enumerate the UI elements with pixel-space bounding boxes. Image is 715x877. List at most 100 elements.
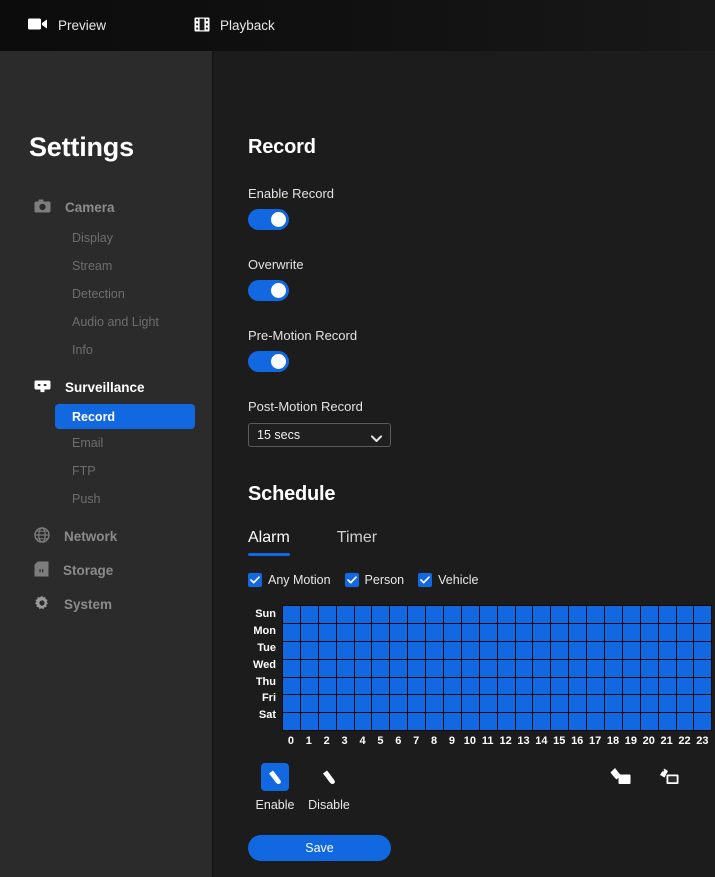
schedule-cell[interactable]: [426, 659, 444, 677]
post-motion-record-select[interactable]: 15 secs30 secs60 secs: [248, 423, 391, 447]
schedule-cell[interactable]: [587, 623, 605, 641]
sidebar-item-push[interactable]: Push: [0, 485, 212, 513]
schedule-cell[interactable]: [515, 606, 533, 623]
schedule-cell[interactable]: [533, 677, 551, 695]
schedule-cell[interactable]: [354, 641, 372, 659]
brush-clear-all-icon[interactable]: [657, 766, 683, 793]
schedule-cell[interactable]: [497, 606, 515, 623]
schedule-cell[interactable]: [497, 677, 515, 695]
schedule-cell[interactable]: [408, 606, 426, 623]
schedule-cell[interactable]: [461, 641, 479, 659]
schedule-cell[interactable]: [390, 606, 408, 623]
schedule-cell[interactable]: [587, 641, 605, 659]
schedule-cell[interactable]: [676, 606, 694, 623]
schedule-cell[interactable]: [640, 695, 658, 713]
schedule-cell[interactable]: [533, 695, 551, 713]
schedule-cell[interactable]: [551, 713, 569, 731]
schedule-cell[interactable]: [300, 623, 318, 641]
checkbox-person[interactable]: Person: [344, 573, 404, 587]
schedule-cell[interactable]: [694, 677, 712, 695]
schedule-cell[interactable]: [372, 677, 390, 695]
schedule-cell[interactable]: [551, 695, 569, 713]
schedule-cell[interactable]: [676, 623, 694, 641]
schedule-cell[interactable]: [461, 695, 479, 713]
schedule-cell[interactable]: [444, 606, 461, 623]
checkbox-any-motion[interactable]: Any Motion: [248, 573, 331, 587]
schedule-cell[interactable]: [300, 641, 318, 659]
schedule-cell[interactable]: [372, 623, 390, 641]
schedule-cell[interactable]: [390, 641, 408, 659]
schedule-cell[interactable]: [515, 695, 533, 713]
schedule-cell[interactable]: [426, 695, 444, 713]
schedule-cell[interactable]: [479, 677, 497, 695]
schedule-cell[interactable]: [354, 695, 372, 713]
topbar-item-preview[interactable]: Preview: [28, 0, 106, 51]
schedule-cell[interactable]: [676, 713, 694, 731]
schedule-cell[interactable]: [461, 623, 479, 641]
schedule-cell[interactable]: [461, 677, 479, 695]
schedule-cell[interactable]: [408, 713, 426, 731]
schedule-cell[interactable]: [551, 641, 569, 659]
schedule-cell[interactable]: [372, 641, 390, 659]
schedule-cell[interactable]: [533, 641, 551, 659]
schedule-cell[interactable]: [444, 641, 461, 659]
schedule-cell[interactable]: [318, 677, 336, 695]
sidebar-item-system[interactable]: System: [0, 587, 212, 621]
schedule-cell[interactable]: [533, 606, 551, 623]
schedule-cell[interactable]: [283, 659, 300, 677]
schedule-cell[interactable]: [318, 623, 336, 641]
schedule-cell[interactable]: [479, 641, 497, 659]
schedule-cell[interactable]: [676, 695, 694, 713]
schedule-cell[interactable]: [426, 713, 444, 731]
schedule-cell[interactable]: [300, 606, 318, 623]
schedule-cell[interactable]: [640, 623, 658, 641]
schedule-cell[interactable]: [479, 606, 497, 623]
schedule-cell[interactable]: [605, 641, 622, 659]
schedule-cell[interactable]: [354, 677, 372, 695]
sidebar-item-audio-and-light[interactable]: Audio and Light: [0, 308, 212, 336]
brush-enable-button[interactable]: Enable: [248, 763, 302, 812]
schedule-cell[interactable]: [658, 695, 676, 713]
schedule-cell[interactable]: [658, 641, 676, 659]
sidebar-item-network[interactable]: Network: [0, 519, 212, 553]
schedule-cell[interactable]: [372, 695, 390, 713]
schedule-cell[interactable]: [444, 623, 461, 641]
schedule-cell[interactable]: [694, 713, 712, 731]
schedule-cell[interactable]: [318, 641, 336, 659]
schedule-cell[interactable]: [408, 695, 426, 713]
schedule-cell[interactable]: [336, 713, 354, 731]
sidebar-item-ftp[interactable]: FTP: [0, 457, 212, 485]
schedule-cell[interactable]: [372, 606, 390, 623]
schedule-cell[interactable]: [336, 623, 354, 641]
sidebar-item-storage[interactable]: Storage: [0, 553, 212, 587]
sidebar-item-surveillance[interactable]: Surveillance: [0, 370, 212, 404]
schedule-cell[interactable]: [587, 713, 605, 731]
sidebar-item-display[interactable]: Display: [0, 224, 212, 252]
pre-motion-record-toggle[interactable]: [248, 351, 289, 372]
schedule-cell[interactable]: [515, 659, 533, 677]
schedule-cell[interactable]: [658, 713, 676, 731]
schedule-cell[interactable]: [444, 695, 461, 713]
schedule-cell[interactable]: [694, 659, 712, 677]
schedule-cell[interactable]: [569, 713, 587, 731]
schedule-cell[interactable]: [622, 677, 640, 695]
schedule-cell[interactable]: [551, 606, 569, 623]
schedule-grid[interactable]: [282, 605, 713, 732]
schedule-cell[interactable]: [551, 659, 569, 677]
schedule-cell[interactable]: [408, 641, 426, 659]
schedule-cell[interactable]: [300, 713, 318, 731]
schedule-cell[interactable]: [658, 677, 676, 695]
schedule-cell[interactable]: [605, 623, 622, 641]
schedule-cell[interactable]: [354, 659, 372, 677]
schedule-cell[interactable]: [515, 641, 533, 659]
schedule-cell[interactable]: [640, 713, 658, 731]
schedule-cell[interactable]: [444, 659, 461, 677]
schedule-cell[interactable]: [479, 659, 497, 677]
schedule-cell[interactable]: [408, 659, 426, 677]
schedule-cell[interactable]: [622, 659, 640, 677]
schedule-cell[interactable]: [622, 713, 640, 731]
schedule-cell[interactable]: [658, 659, 676, 677]
schedule-cell[interactable]: [444, 713, 461, 731]
sidebar-item-stream[interactable]: Stream: [0, 252, 212, 280]
schedule-cell[interactable]: [300, 659, 318, 677]
